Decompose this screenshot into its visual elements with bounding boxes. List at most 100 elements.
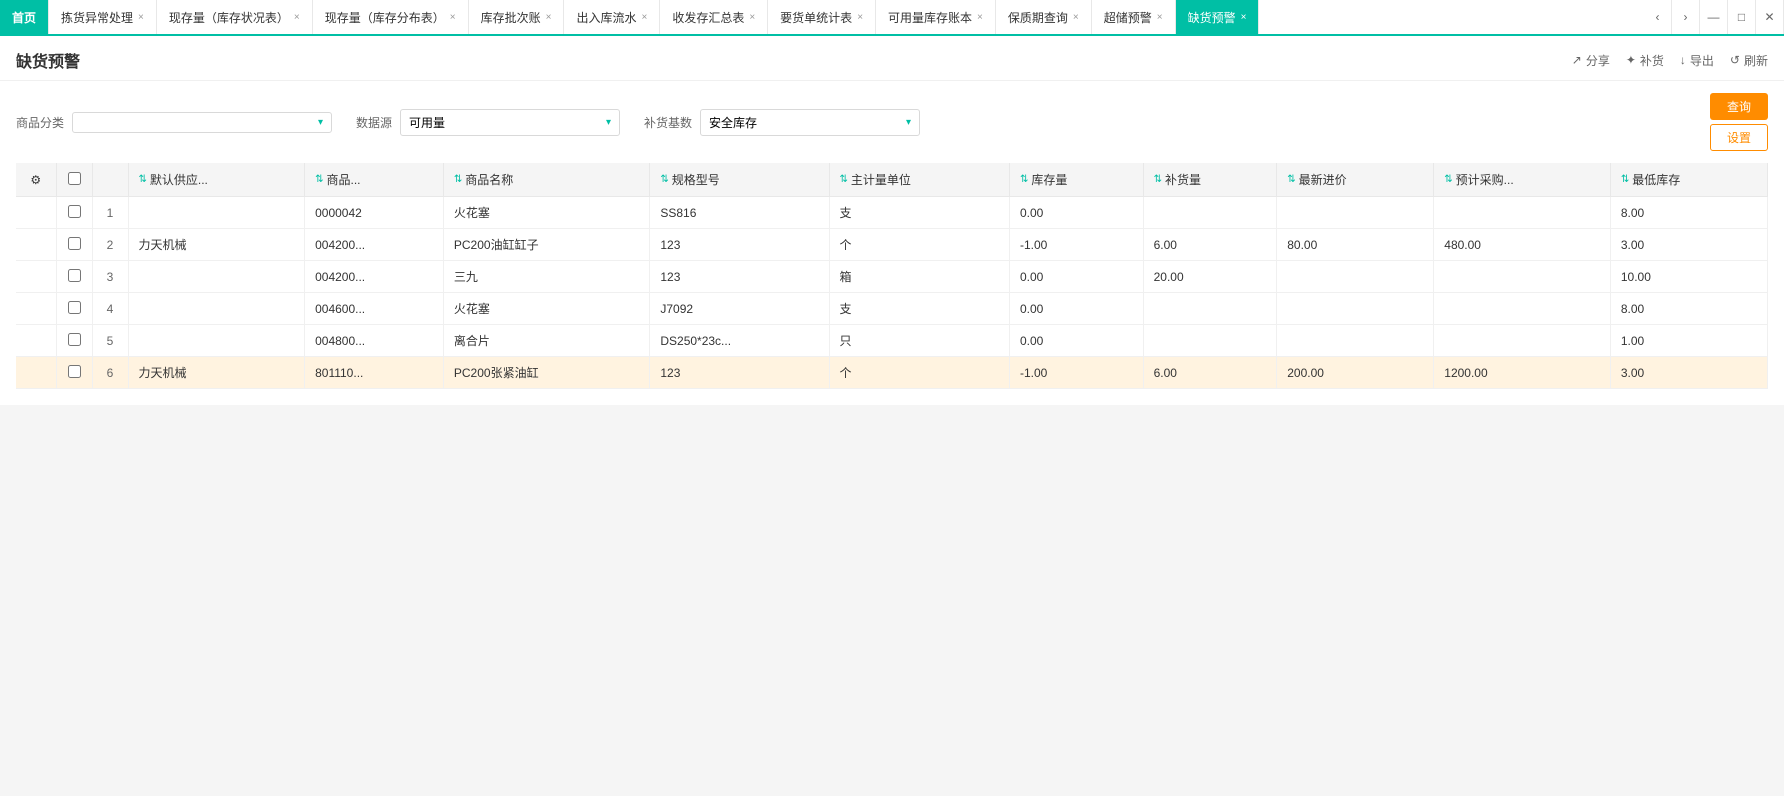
tab-exception[interactable]: 拣货异常处理×: [49, 0, 157, 34]
cell-code-4: 004800...: [305, 325, 444, 357]
tab-close-inventory-status[interactable]: ×: [294, 12, 300, 23]
cell-rownum-2: 3: [92, 261, 128, 293]
table-header: ⚙ ⇅默认供应... ⇅商品... ⇅商品名称: [16, 163, 1768, 197]
th-est-purchase[interactable]: ⇅预计采购...: [1434, 163, 1611, 197]
row-checkbox-1[interactable]: [68, 237, 81, 250]
cell-unit-1: 个: [829, 229, 1010, 261]
th-product-name[interactable]: ⇅商品名称: [443, 163, 649, 197]
th-default-supplier[interactable]: ⇅默认供应...: [128, 163, 305, 197]
th-spec[interactable]: ⇅规格型号: [650, 163, 829, 197]
tab-maximize-btn[interactable]: □: [1728, 0, 1756, 34]
row-checkbox-2[interactable]: [68, 269, 81, 282]
cell-checkbox-1[interactable]: [56, 229, 92, 261]
cell-est-2: [1434, 261, 1611, 293]
tab-home[interactable]: 首页: [0, 0, 49, 34]
refresh-icon: ↺: [1730, 53, 1740, 67]
cell-est-0: [1434, 197, 1611, 229]
th-checkbox: [56, 163, 92, 197]
row-checkbox-3[interactable]: [68, 301, 81, 314]
cell-checkbox-4[interactable]: [56, 325, 92, 357]
cell-price-0: [1277, 197, 1434, 229]
tab-inventory-dist[interactable]: 现存量（库存分布表）×: [313, 0, 469, 34]
replenish-base-select[interactable]: 安全库存 ▾: [700, 109, 920, 136]
th-replenish-qty[interactable]: ⇅补货量: [1143, 163, 1277, 197]
cell-rownum-5: 6: [92, 357, 128, 389]
cell-checkbox-2[interactable]: [56, 261, 92, 293]
tab-close-shortage[interactable]: ×: [1241, 12, 1247, 23]
cell-minstock-3: 8.00: [1610, 293, 1767, 325]
cell-name-4: 离合片: [443, 325, 649, 357]
th-settings[interactable]: ⚙: [16, 163, 56, 197]
tab-flow[interactable]: 出入库流水×: [564, 0, 660, 34]
table-row: 6 力天机械 801110... PC200张紧油缸 123 个 -1.00 6…: [16, 357, 1768, 389]
datasource-label: 数据源: [356, 114, 392, 131]
category-label: 商品分类: [16, 114, 64, 131]
cell-replenish-1: 6.00: [1143, 229, 1277, 261]
cell-checkbox-3[interactable]: [56, 293, 92, 325]
row-checkbox-4[interactable]: [68, 333, 81, 346]
row-checkbox-5[interactable]: [68, 365, 81, 378]
cell-stock-5: -1.00: [1010, 357, 1144, 389]
tab-inventory-status[interactable]: 现存量（库存状况表）×: [157, 0, 313, 34]
cell-price-5: 200.00: [1277, 357, 1434, 389]
cell-price-1: 80.00: [1277, 229, 1434, 261]
th-product-code[interactable]: ⇅商品...: [305, 163, 444, 197]
tab-expiry[interactable]: 保质期查询×: [996, 0, 1092, 34]
cell-est-4: [1434, 325, 1611, 357]
row-checkbox-0[interactable]: [68, 205, 81, 218]
cell-replenish-0: [1143, 197, 1277, 229]
share-btn[interactable]: ↗ 分享: [1572, 52, 1610, 69]
category-select[interactable]: ▾: [72, 112, 332, 133]
th-min-stock[interactable]: ⇅最低库存: [1610, 163, 1767, 197]
tab-close-all-btn[interactable]: ✕: [1756, 0, 1784, 34]
page-header: 缺货预警 ↗ 分享 ✦ 补货 ↓ 导出 ↺ 刷新: [0, 36, 1784, 81]
tab-close-flow[interactable]: ×: [641, 12, 647, 23]
cell-replenish-4: [1143, 325, 1277, 357]
tab-close-expiry[interactable]: ×: [1073, 12, 1079, 23]
replenish-btn[interactable]: ✦ 补货: [1626, 52, 1664, 69]
th-unit[interactable]: ⇅主计量单位: [829, 163, 1010, 197]
tab-batch-ledger[interactable]: 库存批次账×: [469, 0, 565, 34]
cell-checkbox-0[interactable]: [56, 197, 92, 229]
tab-close-overstock[interactable]: ×: [1157, 12, 1163, 23]
filter-actions: 查询 设置: [1710, 93, 1768, 151]
export-btn[interactable]: ↓ 导出: [1680, 52, 1714, 69]
tab-close-receipt-summary[interactable]: ×: [749, 12, 755, 23]
tab-close-exception[interactable]: ×: [138, 12, 144, 23]
replenish-base-filter-group: 补货基数 安全库存 ▾: [644, 109, 920, 136]
tab-close-order-stats[interactable]: ×: [857, 12, 863, 23]
th-latest-price[interactable]: ⇅最新进价: [1277, 163, 1434, 197]
tab-close-batch-ledger[interactable]: ×: [546, 12, 552, 23]
tab-prev-btn[interactable]: ‹: [1644, 0, 1672, 34]
settings-btn[interactable]: 设置: [1710, 124, 1768, 151]
cell-supplier-3: [128, 293, 305, 325]
tab-overstock[interactable]: 超储预警×: [1092, 0, 1176, 34]
cell-checkbox-5[interactable]: [56, 357, 92, 389]
tab-shortage[interactable]: 缺货预警×: [1176, 0, 1260, 34]
tab-minimize-btn[interactable]: —: [1700, 0, 1728, 34]
cell-stock-0: 0.00: [1010, 197, 1144, 229]
query-btn[interactable]: 查询: [1710, 93, 1768, 120]
refresh-btn[interactable]: ↺ 刷新: [1730, 52, 1768, 69]
datasource-select[interactable]: 可用量 ▾: [400, 109, 620, 136]
page-title: 缺货预警: [16, 48, 80, 72]
select-all-checkbox[interactable]: [68, 172, 81, 185]
main-content: 缺货预警 ↗ 分享 ✦ 补货 ↓ 导出 ↺ 刷新 商品分类: [0, 36, 1784, 405]
replenish-base-label: 补货基数: [644, 114, 692, 131]
cell-stock-1: -1.00: [1010, 229, 1144, 261]
th-stock-qty[interactable]: ⇅库存量: [1010, 163, 1144, 197]
tab-available-ledger[interactable]: 可用量库存账本×: [876, 0, 996, 34]
cell-name-3: 火花塞: [443, 293, 649, 325]
cell-est-3: [1434, 293, 1611, 325]
tab-close-available-ledger[interactable]: ×: [977, 12, 983, 23]
tab-close-inventory-dist[interactable]: ×: [450, 12, 456, 23]
cell-unit-2: 箱: [829, 261, 1010, 293]
tab-order-stats[interactable]: 要货单统计表×: [768, 0, 876, 34]
cell-minstock-4: 1.00: [1610, 325, 1767, 357]
cell-rownum-4: 5: [92, 325, 128, 357]
cell-replenish-3: [1143, 293, 1277, 325]
cell-replenish-2: 20.00: [1143, 261, 1277, 293]
cell-rownum-0: 1: [92, 197, 128, 229]
tab-receipt-summary[interactable]: 收发存汇总表×: [660, 0, 768, 34]
tab-next-btn[interactable]: ›: [1672, 0, 1700, 34]
